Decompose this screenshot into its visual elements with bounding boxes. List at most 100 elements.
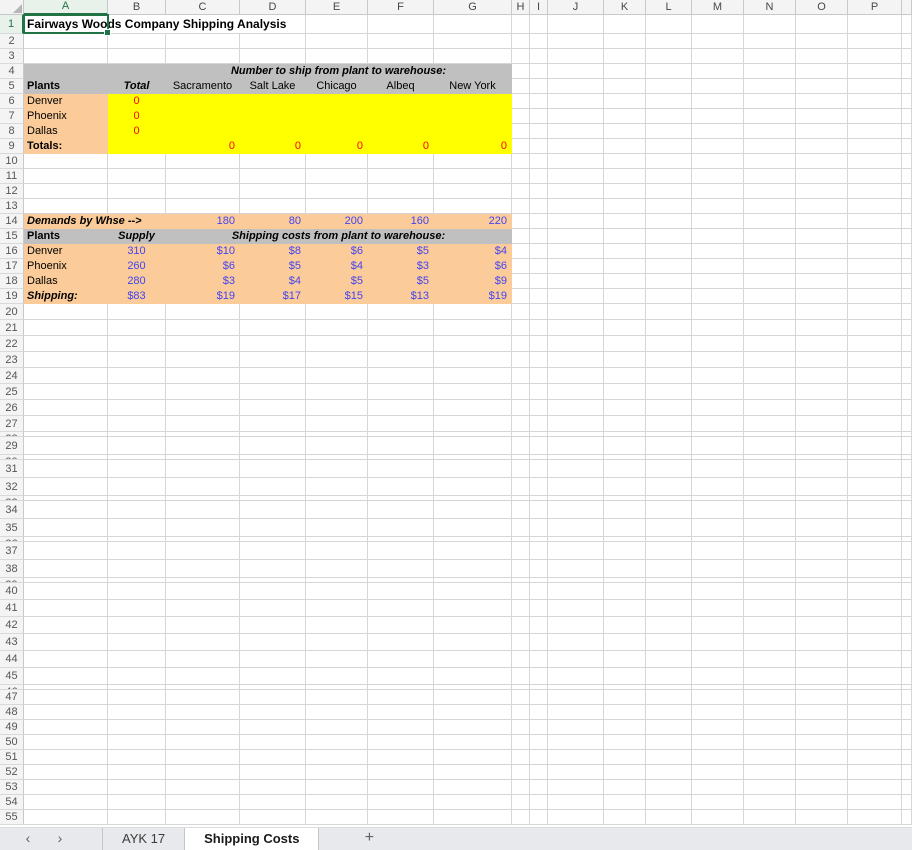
cell-H48[interactable]: [512, 705, 530, 720]
cell-J48[interactable]: [548, 705, 604, 720]
cell-L10[interactable]: [646, 154, 692, 169]
cell-I8[interactable]: [530, 124, 548, 139]
cell-D23[interactable]: [240, 352, 306, 368]
cell-K1[interactable]: [604, 15, 646, 34]
cell-L54[interactable]: [646, 795, 692, 810]
cell-C13[interactable]: [166, 199, 240, 214]
cell-O47[interactable]: [796, 690, 848, 705]
cell-C10[interactable]: [166, 154, 240, 169]
cell-x5[interactable]: [902, 79, 912, 94]
cell-L43[interactable]: [646, 634, 692, 651]
cell-O38[interactable]: [796, 560, 848, 578]
row-header-6[interactable]: 6: [0, 94, 24, 109]
cell-x23[interactable]: [902, 352, 912, 368]
cell-F47[interactable]: [368, 690, 434, 705]
cell-x31[interactable]: [902, 460, 912, 478]
cell-K53[interactable]: [604, 780, 646, 795]
cell-J45[interactable]: [548, 668, 604, 685]
row-header-4[interactable]: 4: [0, 64, 24, 79]
cell-C18[interactable]: $3: [166, 274, 240, 289]
cell-M19[interactable]: [692, 289, 744, 304]
cell-K26[interactable]: [604, 400, 646, 416]
cell-O23[interactable]: [796, 352, 848, 368]
cell-E26[interactable]: [306, 400, 368, 416]
cell-B9[interactable]: [108, 139, 166, 154]
cell-K47[interactable]: [604, 690, 646, 705]
cell-B20[interactable]: [108, 304, 166, 320]
cell-O11[interactable]: [796, 169, 848, 184]
cell-x51[interactable]: [902, 750, 912, 765]
cell-F35[interactable]: [368, 519, 434, 537]
cell-H3[interactable]: [512, 49, 530, 64]
cell-A52[interactable]: [24, 765, 108, 780]
cell-L18[interactable]: [646, 274, 692, 289]
cell-C12[interactable]: [166, 184, 240, 199]
cell-E12[interactable]: [306, 184, 368, 199]
cell-x17[interactable]: [902, 259, 912, 274]
cell-x21[interactable]: [902, 320, 912, 336]
cell-P53[interactable]: [848, 780, 902, 795]
cell-C37[interactable]: [166, 542, 240, 560]
cell-D49[interactable]: [240, 720, 306, 735]
cell-L50[interactable]: [646, 735, 692, 750]
cell-G44[interactable]: [434, 651, 512, 668]
cell-I25[interactable]: [530, 384, 548, 400]
cell-F2[interactable]: [368, 34, 434, 49]
cell-C17[interactable]: $6: [166, 259, 240, 274]
cell-G2[interactable]: [434, 34, 512, 49]
cell-F38[interactable]: [368, 560, 434, 578]
cell-H8[interactable]: [512, 124, 530, 139]
cell-G51[interactable]: [434, 750, 512, 765]
cell-G27[interactable]: [434, 416, 512, 432]
cell-A31[interactable]: [24, 460, 108, 478]
cell-A2[interactable]: [24, 34, 108, 49]
cell-P16[interactable]: [848, 244, 902, 259]
cell-G20[interactable]: [434, 304, 512, 320]
cell-M5[interactable]: [692, 79, 744, 94]
cell-P5[interactable]: [848, 79, 902, 94]
cell-M4[interactable]: [692, 64, 744, 79]
cell-A54[interactable]: [24, 795, 108, 810]
cell-x8[interactable]: [902, 124, 912, 139]
cell-I44[interactable]: [530, 651, 548, 668]
cell-G53[interactable]: [434, 780, 512, 795]
cell-K40[interactable]: [604, 583, 646, 600]
cell-D16[interactable]: $8: [240, 244, 306, 259]
cell-J23[interactable]: [548, 352, 604, 368]
cell-J6[interactable]: [548, 94, 604, 109]
cell-C48[interactable]: [166, 705, 240, 720]
cell-K49[interactable]: [604, 720, 646, 735]
cell-E55[interactable]: [306, 810, 368, 825]
cell-D34[interactable]: [240, 501, 306, 519]
cell-K10[interactable]: [604, 154, 646, 169]
cell-J43[interactable]: [548, 634, 604, 651]
cell-L52[interactable]: [646, 765, 692, 780]
cell-I13[interactable]: [530, 199, 548, 214]
cell-H6[interactable]: [512, 94, 530, 109]
cell-B31[interactable]: [108, 460, 166, 478]
cell-O3[interactable]: [796, 49, 848, 64]
cell-E45[interactable]: [306, 668, 368, 685]
cell-I54[interactable]: [530, 795, 548, 810]
cell-P55[interactable]: [848, 810, 902, 825]
row-header-12[interactable]: 12: [0, 184, 24, 199]
cell-O41[interactable]: [796, 600, 848, 617]
cell-P14[interactable]: [848, 214, 902, 229]
cell-B11[interactable]: [108, 169, 166, 184]
cell-D53[interactable]: [240, 780, 306, 795]
cell-E14[interactable]: 200: [306, 214, 368, 229]
cell-A25[interactable]: [24, 384, 108, 400]
row-header-23[interactable]: 23: [0, 352, 24, 368]
cell-N10[interactable]: [744, 154, 796, 169]
cell-I34[interactable]: [530, 501, 548, 519]
cell-E40[interactable]: [306, 583, 368, 600]
cell-J2[interactable]: [548, 34, 604, 49]
cell-B40[interactable]: [108, 583, 166, 600]
cell-M37[interactable]: [692, 542, 744, 560]
cell-I12[interactable]: [530, 184, 548, 199]
cell-H10[interactable]: [512, 154, 530, 169]
cell-O34[interactable]: [796, 501, 848, 519]
row-header-37[interactable]: 37: [0, 542, 24, 560]
cell-L44[interactable]: [646, 651, 692, 668]
cell-x3[interactable]: [902, 49, 912, 64]
